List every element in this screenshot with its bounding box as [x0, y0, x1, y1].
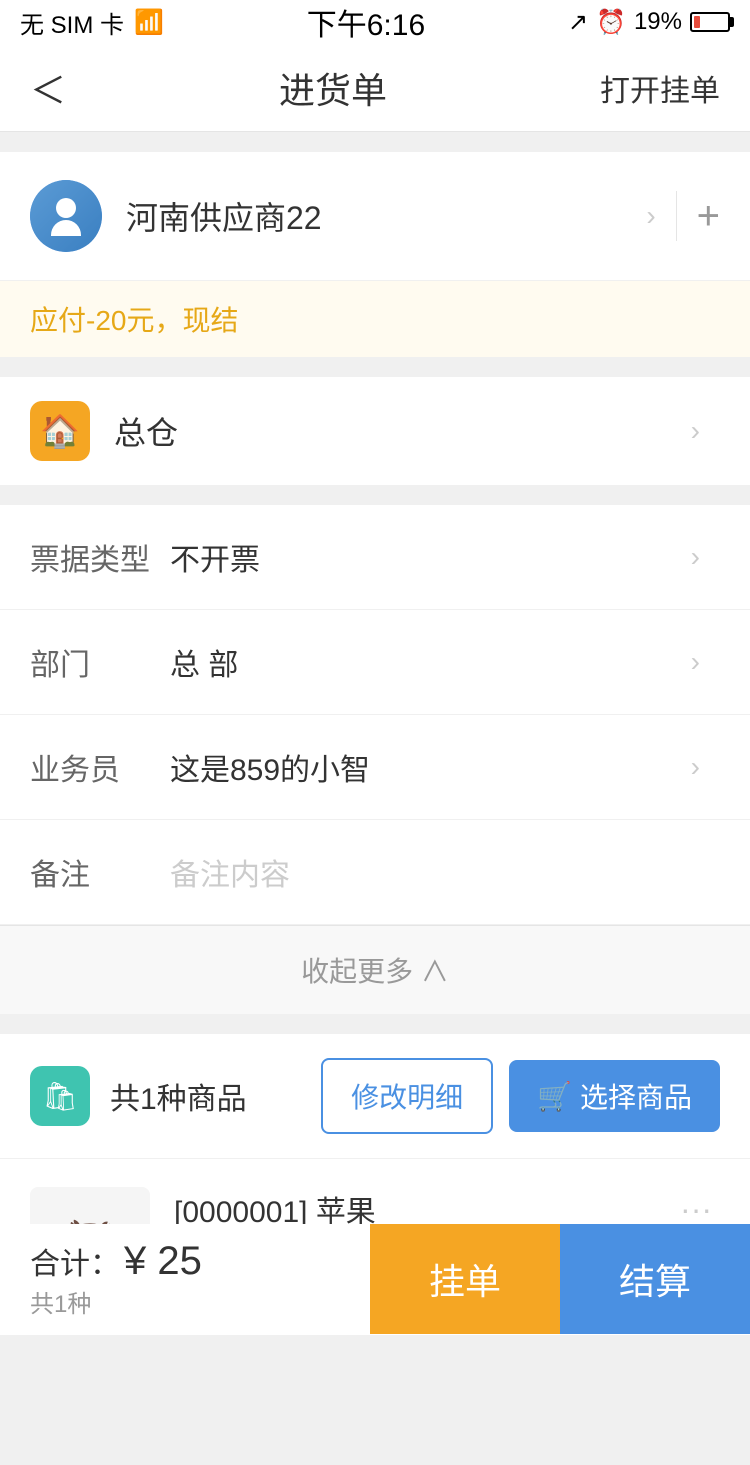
- total-section: 合计： ¥ 25 共1种: [0, 1224, 370, 1334]
- edit-detail-button[interactable]: 修改明细: [321, 1058, 493, 1134]
- house-icon: 🏠: [40, 412, 80, 450]
- wifi-icon: 📶: [134, 8, 164, 37]
- product-count: 共1种商品: [110, 1074, 321, 1118]
- salesman-value: 这是859的小智: [160, 745, 691, 789]
- select-product-label: 选择商品: [580, 1076, 692, 1116]
- invoice-type-row[interactable]: 票据类型 不开票 ›: [0, 505, 750, 610]
- total-sub: 共1种: [30, 1284, 340, 1319]
- supplier-name: 河南供应商22: [126, 193, 646, 239]
- product-header: 🛍 共1种商品 修改明细 🛒 选择商品: [0, 1034, 750, 1158]
- nav-bar: ＜ 进货单 打开挂单: [0, 44, 750, 132]
- gap-3: [0, 485, 750, 505]
- gap-4: [0, 1014, 750, 1034]
- person-icon: [48, 198, 84, 234]
- department-row[interactable]: 部门 总 部 ›: [0, 610, 750, 715]
- avatar: [30, 180, 102, 252]
- bottom-spacer: [0, 1335, 750, 1465]
- product-icon-wrap: 🛍: [30, 1066, 90, 1126]
- invoice-type-label: 票据类型: [30, 535, 160, 579]
- location-icon: ↗: [568, 8, 588, 37]
- collapse-button[interactable]: 收起更多 ∧: [0, 925, 750, 1014]
- back-button[interactable]: ＜: [30, 62, 66, 114]
- credit-notice: 应付-20元，现结: [0, 281, 750, 357]
- shopping-icon: 🛍: [42, 1080, 78, 1113]
- bottom-bar: 合计： ¥ 25 共1种 挂单 结算: [0, 1224, 750, 1334]
- cart-icon: 🛒: [537, 1080, 572, 1113]
- alarm-icon: ⏰: [596, 8, 626, 37]
- chevron-right-icon: ›: [691, 646, 700, 678]
- battery-icon: [690, 12, 730, 32]
- department-label: 部门: [30, 640, 160, 684]
- battery-percent: 19%: [634, 8, 682, 36]
- department-value: 总 部: [160, 640, 691, 684]
- salesman-label: 业务员: [30, 745, 160, 789]
- gap-1: [0, 132, 750, 152]
- add-icon[interactable]: +: [697, 194, 720, 239]
- status-right: ↗ ⏰ 19%: [568, 8, 730, 37]
- chevron-right-icon: ›: [646, 200, 655, 232]
- warehouse-section[interactable]: 🏠 总仓 ›: [0, 377, 750, 485]
- checkout-button[interactable]: 结算: [560, 1224, 750, 1334]
- remark-input[interactable]: 备注内容: [160, 850, 720, 894]
- status-left: 无 SIM 卡 📶: [20, 5, 164, 40]
- chevron-right-icon: ›: [691, 541, 700, 573]
- select-product-button[interactable]: 🛒 选择商品: [509, 1060, 720, 1132]
- form-section: 票据类型 不开票 › 部门 总 部 › 业务员 这是859的小智 › 备注 备注…: [0, 505, 750, 1014]
- invoice-type-value: 不开票: [160, 535, 691, 579]
- total-prefix: 合计：: [30, 1239, 120, 1283]
- remark-label: 备注: [30, 850, 160, 894]
- warehouse-name: 总仓: [114, 408, 691, 454]
- salesman-row[interactable]: 业务员 这是859的小智 ›: [0, 715, 750, 820]
- supplier-section: 河南供应商22 › + 应付-20元，现结: [0, 152, 750, 357]
- warehouse-row[interactable]: 🏠 总仓 ›: [0, 377, 750, 485]
- carrier-label: 无 SIM 卡: [20, 5, 124, 40]
- hang-button[interactable]: 挂单: [370, 1224, 560, 1334]
- gap-2: [0, 357, 750, 377]
- page-title: 进货单: [279, 62, 387, 114]
- divider: [676, 191, 677, 241]
- supplier-row[interactable]: 河南供应商22 › +: [0, 152, 750, 281]
- total-amount: ¥ 25: [124, 1239, 202, 1284]
- status-bar: 无 SIM 卡 📶 下午6:16 ↗ ⏰ 19%: [0, 0, 750, 44]
- open-hang-button[interactable]: 打开挂单: [600, 66, 720, 110]
- time-label: 下午6:16: [307, 0, 425, 44]
- chevron-right-icon: ›: [691, 751, 700, 783]
- chevron-right-icon: ›: [691, 415, 700, 447]
- remark-row[interactable]: 备注 备注内容: [0, 820, 750, 925]
- warehouse-icon: 🏠: [30, 401, 90, 461]
